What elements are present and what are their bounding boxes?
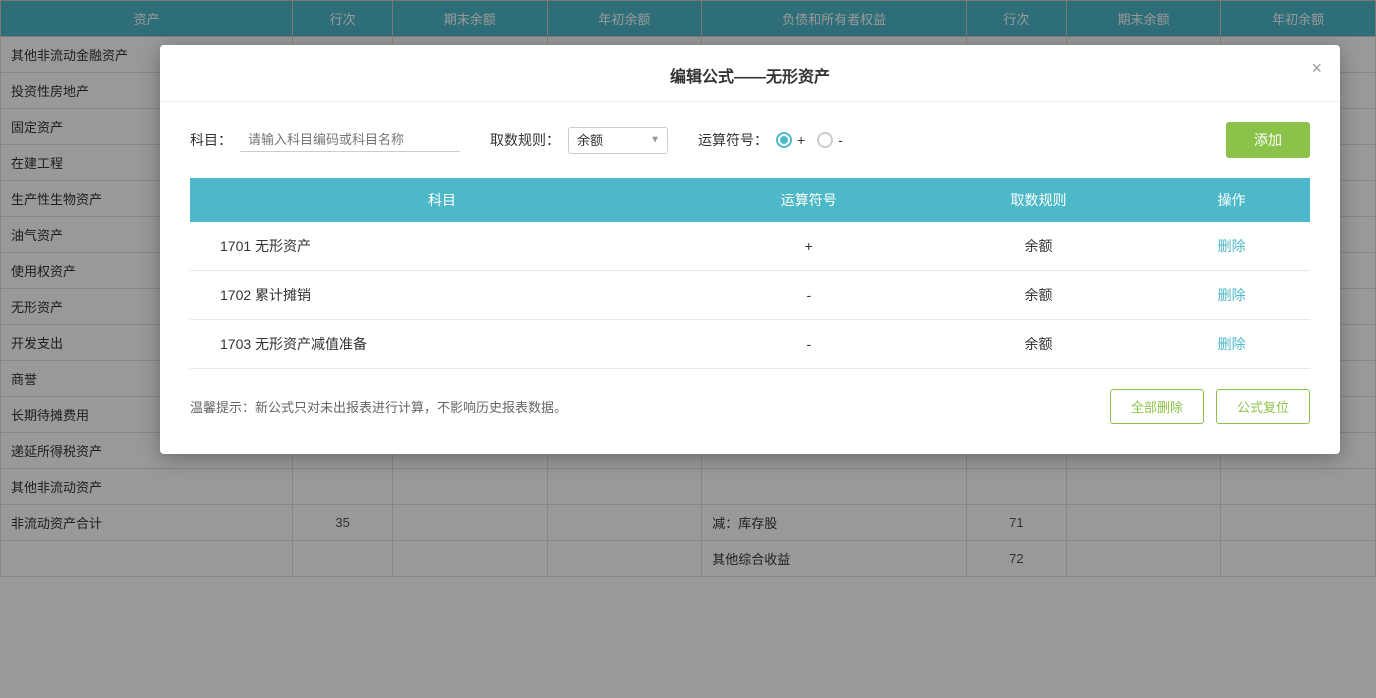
operator-minus-label: - [838,132,843,148]
rule-select-wrapper: 余额 借方发生额 贷方发生额 ▼ [568,127,668,154]
row1-rule: 余额 [924,222,1154,271]
formula-form: 科目： 取数规则： 余额 借方发生额 贷方发生额 ▼ 运算符号： + [160,102,1340,178]
row2-rule: 余额 [924,271,1154,320]
close-button[interactable]: × [1311,59,1322,77]
add-button[interactable]: 添加 [1226,122,1310,158]
subject-input[interactable] [240,128,460,152]
col-header-rule: 取数规则 [924,178,1154,222]
operator-radio-group: + - [776,132,843,148]
row1-delete-link[interactable]: 删除 [1218,238,1246,254]
col-header-action: 操作 [1153,178,1310,222]
modal-footer: 温馨提示：新公式只对未出报表进行计算，不影响历史报表数据。 全部删除 公式复位 [160,369,1340,424]
edit-formula-modal: 编辑公式——无形资产 × 科目： 取数规则： 余额 借方发生额 贷方发生额 ▼ … [160,45,1340,454]
row1-subject: 1701 无形资产 [190,222,694,271]
row2-subject: 1702 累计摊销 [190,271,694,320]
reset-formula-button[interactable]: 公式复位 [1216,389,1310,424]
row1-action-cell: 删除 [1153,222,1310,271]
rule-group: 取数规则： 余额 借方发生额 贷方发生额 ▼ [490,127,668,154]
col-header-subject: 科目 [190,178,694,222]
formula-table-wrap: 科目 运算符号 取数规则 操作 1701 无形资产 + 余额 删除 1702 累… [160,178,1340,369]
table-header-row: 科目 运算符号 取数规则 操作 [190,178,1310,222]
row2-action-cell: 删除 [1153,271,1310,320]
row1-operator: + [694,222,924,271]
subject-label: 科目： [190,130,232,150]
operator-minus-radio[interactable]: - [817,132,843,148]
col-header-operator: 运算符号 [694,178,924,222]
table-row: 1703 无形资产减值准备 - 余额 删除 [190,320,1310,369]
footer-tip: 温馨提示：新公式只对未出报表进行计算，不影响历史报表数据。 [190,397,567,416]
row2-operator: - [694,271,924,320]
row3-operator: - [694,320,924,369]
delete-all-button[interactable]: 全部删除 [1110,389,1204,424]
operator-label: 运算符号： [698,130,768,150]
modal-header: 编辑公式——无形资产 × [160,45,1340,102]
radio-unchecked-icon [817,132,833,148]
table-row: 1702 累计摊销 - 余额 删除 [190,271,1310,320]
row3-delete-link[interactable]: 删除 [1218,336,1246,352]
operator-plus-label: + [797,132,805,148]
formula-table: 科目 运算符号 取数规则 操作 1701 无形资产 + 余额 删除 1702 累… [190,178,1310,369]
footer-buttons: 全部删除 公式复位 [1110,389,1310,424]
modal-title: 编辑公式——无形资产 [670,63,830,87]
subject-group: 科目： [190,128,460,152]
row3-rule: 余额 [924,320,1154,369]
table-row: 1701 无形资产 + 余额 删除 [190,222,1310,271]
radio-checked-icon [776,132,792,148]
row3-action-cell: 删除 [1153,320,1310,369]
row2-delete-link[interactable]: 删除 [1218,287,1246,303]
operator-group: 运算符号： + - [698,130,843,150]
row3-subject: 1703 无形资产减值准备 [190,320,694,369]
rule-select[interactable]: 余额 借方发生额 贷方发生额 [568,127,668,154]
operator-plus-radio[interactable]: + [776,132,805,148]
rule-label: 取数规则： [490,130,560,150]
